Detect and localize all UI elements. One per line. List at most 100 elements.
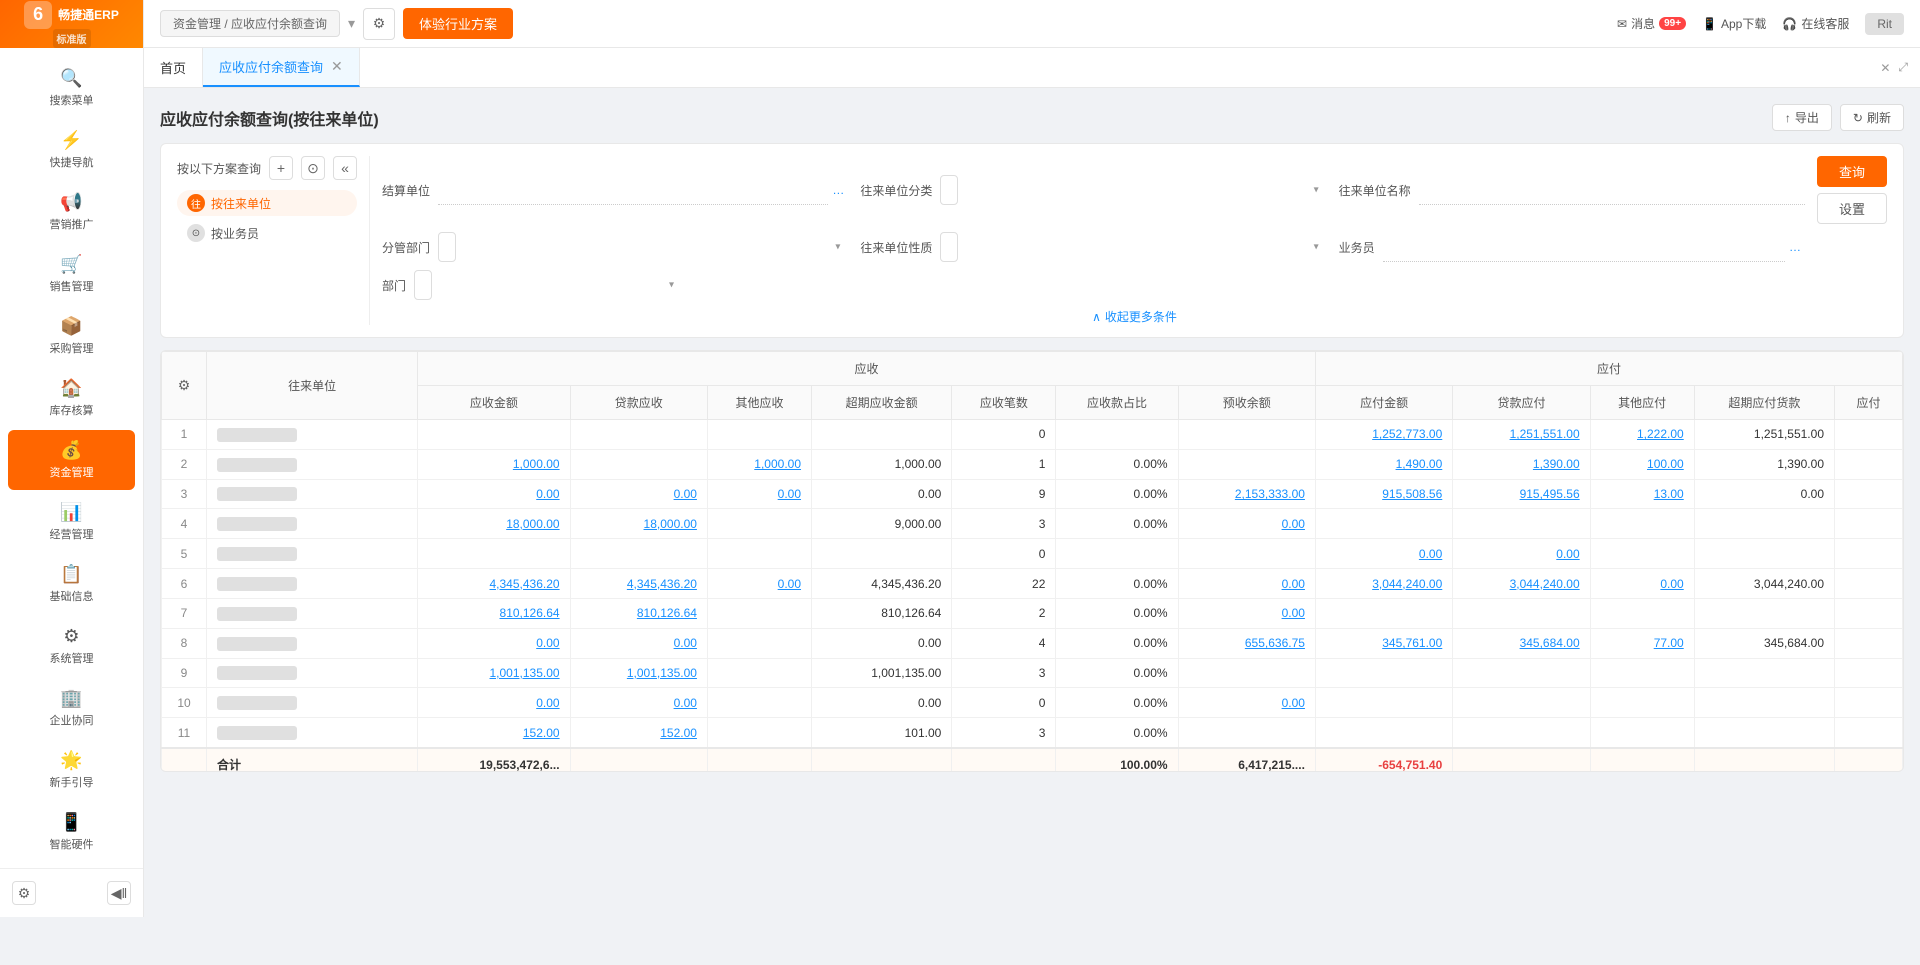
cell-link[interactable]: 0.00 bbox=[674, 696, 697, 710]
sidebar-item-6[interactable]: 💰 资金管理 bbox=[8, 430, 135, 490]
cell-link[interactable]: 4,345,436.20 bbox=[627, 577, 697, 591]
tab-expand[interactable]: ⤢ bbox=[1898, 60, 1908, 75]
sidebar-item-8[interactable]: 📋 基础信息 bbox=[8, 554, 135, 614]
cell-link[interactable]: 0.00 bbox=[1556, 547, 1579, 561]
cell-link[interactable]: 18,000.00 bbox=[506, 517, 559, 531]
cell-link[interactable]: 0.00 bbox=[1419, 547, 1442, 561]
solution-button[interactable]: 体验行业方案 bbox=[403, 8, 513, 39]
dept-select[interactable] bbox=[414, 270, 432, 300]
cell-link[interactable]: 655,636.75 bbox=[1245, 636, 1305, 650]
cell-p-other bbox=[1590, 598, 1694, 628]
sidebar-item-3[interactable]: 🛒 销售管理 bbox=[8, 244, 135, 304]
cell-p-amount: 3,044,240.00 bbox=[1315, 569, 1452, 599]
cell-link[interactable]: 1,001,135.00 bbox=[490, 666, 560, 680]
settlement-unit-input[interactable] bbox=[438, 175, 828, 205]
cell-link[interactable]: 0.00 bbox=[778, 487, 801, 501]
tab-close-all[interactable]: ✕ bbox=[1880, 61, 1890, 75]
cell-link[interactable]: 0.00 bbox=[536, 696, 559, 710]
cell-link[interactable]: 152.00 bbox=[523, 726, 560, 740]
unit-category-select[interactable] bbox=[940, 175, 958, 205]
sidebar-item-2[interactable]: 📢 营销推广 bbox=[8, 182, 135, 242]
cell-link[interactable]: 100.00 bbox=[1647, 457, 1684, 471]
cell-link[interactable]: 915,495.56 bbox=[1520, 487, 1580, 501]
col-settings[interactable]: ⚙ bbox=[162, 352, 207, 420]
cell-link[interactable]: 0.00 bbox=[536, 636, 559, 650]
sidebar-item-9[interactable]: ⚙ 系统管理 bbox=[8, 616, 135, 676]
export-button[interactable]: ↑ 导出 bbox=[1772, 104, 1832, 131]
cell-no: 10 bbox=[162, 688, 207, 718]
cell-link[interactable]: 345,684.00 bbox=[1520, 636, 1580, 650]
cell-link[interactable]: 1,490.00 bbox=[1396, 457, 1443, 471]
cell-link[interactable]: 0.00 bbox=[1282, 696, 1305, 710]
cell-link[interactable]: 1,222.00 bbox=[1637, 427, 1684, 441]
sidebar-item-7[interactable]: 📊 经营管理 bbox=[8, 492, 135, 552]
cell-link[interactable]: 1,001,135.00 bbox=[627, 666, 697, 680]
sidebar-item-4[interactable]: 📦 采购管理 bbox=[8, 306, 135, 366]
cell-link[interactable]: 810,126.64 bbox=[500, 606, 560, 620]
refresh-button[interactable]: ↻ 刷新 bbox=[1840, 104, 1904, 131]
cell-link[interactable]: 18,000.00 bbox=[644, 517, 697, 531]
collapse-sidebar-icon[interactable]: ◀‖ bbox=[107, 881, 131, 905]
cell-link[interactable]: 4,345,436.20 bbox=[490, 577, 560, 591]
unit-name-input[interactable] bbox=[1419, 175, 1805, 205]
collapse-more-btn[interactable]: ∧ 收起更多条件 bbox=[382, 308, 1887, 325]
settings-button[interactable]: 设置 bbox=[1817, 193, 1887, 224]
cell-link[interactable]: 0.00 bbox=[1282, 517, 1305, 531]
messages-item[interactable]: ✉ 消息 99+ bbox=[1617, 15, 1686, 32]
cell-r-pct bbox=[1056, 539, 1178, 569]
cell-link[interactable]: 1,000.00 bbox=[513, 457, 560, 471]
cell-p-other: 1,222.00 bbox=[1590, 420, 1694, 450]
cell-link[interactable]: 1,390.00 bbox=[1533, 457, 1580, 471]
settlement-unit-more[interactable]: … bbox=[828, 183, 848, 197]
sidebar-item-12[interactable]: 📱 智能硬件 bbox=[8, 802, 135, 862]
app-download-item[interactable]: 📱 App下载 bbox=[1702, 15, 1766, 32]
settings-gear-btn[interactable]: ⚙ bbox=[363, 8, 395, 40]
cell-link[interactable]: 0.00 bbox=[778, 577, 801, 591]
cell-link[interactable]: 0.00 bbox=[536, 487, 559, 501]
masked-value bbox=[217, 428, 297, 442]
unit-nature-select[interactable] bbox=[940, 232, 958, 262]
cell-link[interactable]: 0.00 bbox=[1282, 577, 1305, 591]
cell-link[interactable]: 915,508.56 bbox=[1382, 487, 1442, 501]
sidebar-item-10[interactable]: 🏢 企业协同 bbox=[8, 678, 135, 738]
footer-p-loan bbox=[1453, 748, 1590, 771]
sidebar-item-5[interactable]: 🏠 库存核算 bbox=[8, 368, 135, 428]
sidebar-item-1[interactable]: ⚡ 快捷导航 bbox=[8, 120, 135, 180]
cell-link[interactable]: 3,044,240.00 bbox=[1510, 577, 1580, 591]
cell-link[interactable]: 810,126.64 bbox=[637, 606, 697, 620]
add-scheme-btn[interactable]: + bbox=[269, 156, 293, 180]
cell-link[interactable]: 0.00 bbox=[1282, 606, 1305, 620]
cell-link[interactable]: 0.00 bbox=[1660, 577, 1683, 591]
cell-link[interactable]: 152.00 bbox=[660, 726, 697, 740]
cell-link[interactable]: 3,044,240.00 bbox=[1372, 577, 1442, 591]
cell-link[interactable]: 1,000.00 bbox=[754, 457, 801, 471]
scheme-by-unit[interactable]: 往 按往来单位 bbox=[177, 190, 357, 216]
user-avatar[interactable]: Rit bbox=[1865, 13, 1904, 35]
cell-link[interactable]: 0.00 bbox=[674, 636, 697, 650]
scheme-settings-btn[interactable]: ⊙ bbox=[301, 156, 325, 180]
cell-r-loan: 4,345,436.20 bbox=[570, 569, 707, 599]
salesperson-more[interactable]: … bbox=[1785, 240, 1805, 254]
cell-link[interactable]: 1,251,551.00 bbox=[1510, 427, 1580, 441]
scheme-by-salesperson[interactable]: ⊙ 按业务员 bbox=[177, 220, 357, 246]
sidebar-item-0[interactable]: 🔍 搜索菜单 bbox=[8, 58, 135, 118]
table-scroll[interactable]: ⚙ 往来单位 应收 应付 应收金额 贷款应收 其他应收 超期应收金额 应收笔数 bbox=[161, 351, 1903, 771]
cell-link[interactable]: 1,252,773.00 bbox=[1372, 427, 1442, 441]
table-row: 2 1,000.00 1,000.00 1,000.00 1 0.00% 1,4… bbox=[162, 449, 1903, 479]
sidebar-item-11[interactable]: 🌟 新手引导 bbox=[8, 740, 135, 800]
dept-manager-select[interactable] bbox=[438, 232, 456, 262]
online-service-item[interactable]: 🎧 在线客服 bbox=[1782, 15, 1849, 32]
cell-link[interactable]: 345,761.00 bbox=[1382, 636, 1442, 650]
col-settings-gear[interactable]: ⚙ bbox=[172, 374, 196, 398]
cell-link[interactable]: 13.00 bbox=[1654, 487, 1684, 501]
query-button[interactable]: 查询 bbox=[1817, 156, 1887, 187]
cell-link[interactable]: 0.00 bbox=[674, 487, 697, 501]
settings-bottom-icon[interactable]: ⚙ bbox=[12, 881, 36, 905]
tab-close-icon[interactable]: ✕ bbox=[331, 58, 343, 75]
tab-receivable[interactable]: 应收应付余额查询 ✕ bbox=[203, 48, 360, 87]
cell-link[interactable]: 2,153,333.00 bbox=[1235, 487, 1305, 501]
cell-link[interactable]: 77.00 bbox=[1654, 636, 1684, 650]
scheme-collapse-btn[interactable]: « bbox=[333, 156, 357, 180]
salesperson-input[interactable] bbox=[1383, 232, 1785, 262]
tab-home[interactable]: 首页 bbox=[144, 48, 203, 87]
